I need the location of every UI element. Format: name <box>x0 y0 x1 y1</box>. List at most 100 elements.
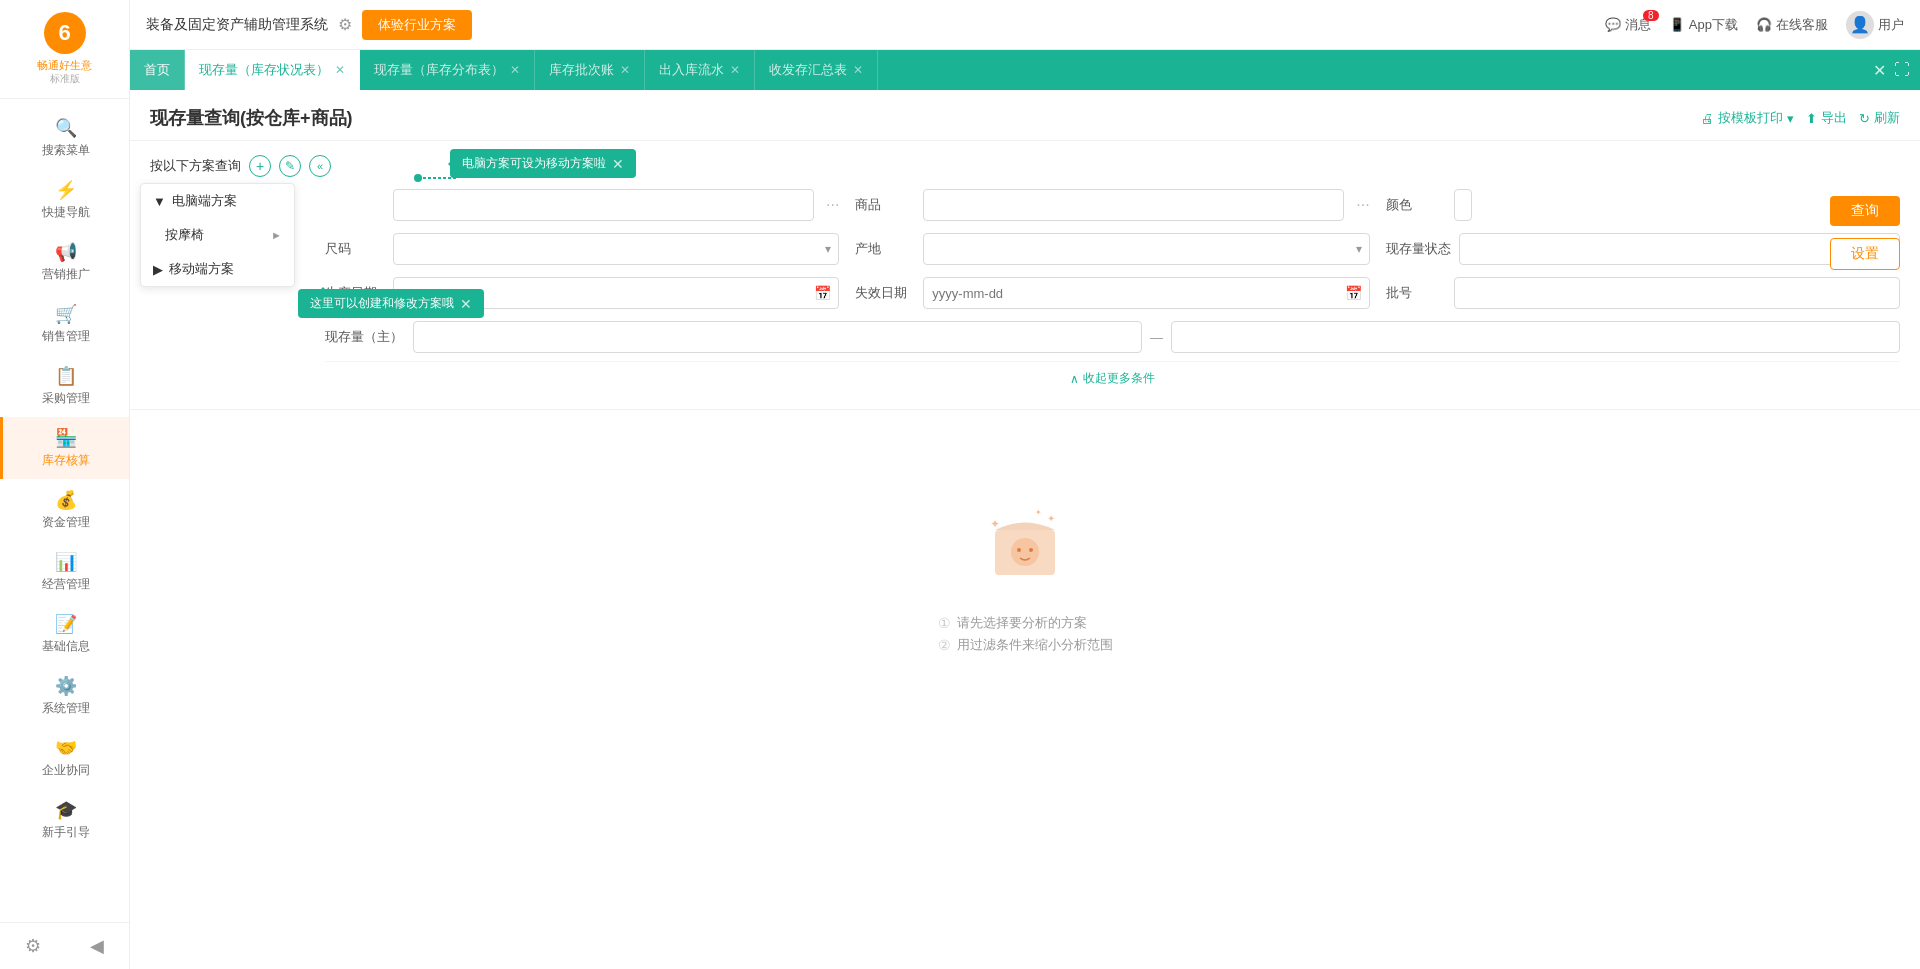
hint-text-2: 用过滤条件来缩小分析范围 <box>957 636 1113 654</box>
edit-scheme-btn[interactable]: ✎ <box>279 155 301 177</box>
expdate-calendar-icon[interactable]: 📅 <box>1345 285 1362 301</box>
sidebar-logo: 6 畅通好生意 标准版 <box>0 0 129 99</box>
sidebar-item-label: 库存核算 <box>42 452 90 469</box>
logo-icon: 6 <box>44 12 86 54</box>
size-select[interactable] <box>393 233 839 265</box>
reset-settings-btn[interactable]: 设置 <box>1830 238 1900 270</box>
filter-col-goods: 商品 ··· <box>855 189 1369 221</box>
tab-batch-account[interactable]: 库存批次账 ✕ <box>535 50 645 90</box>
search-btn-group: 查询 设置 <box>1830 196 1900 270</box>
print-btn[interactable]: 🖨 按模板打印 ▾ <box>1701 109 1794 127</box>
sidebar-item-inventory[interactable]: 🏪 库存核算 <box>0 417 129 479</box>
svg-point-3 <box>1011 538 1039 566</box>
goods-dots[interactable]: ··· <box>1356 196 1369 214</box>
tooltip-text-2: 这里可以创建和修改方案哦 <box>310 295 454 312</box>
sidebar-item-search[interactable]: 🔍 搜索菜单 <box>0 107 129 169</box>
collapse-label: 收起更多条件 <box>1083 370 1155 387</box>
svg-text:✦: ✦ <box>1035 508 1042 517</box>
tab-inventory-status[interactable]: 现存量（库存状况表） ✕ <box>185 50 360 90</box>
user-avatar-btn[interactable]: 👤 用户 <box>1846 11 1904 39</box>
collapse-sidebar-btn[interactable]: ◀ <box>90 935 104 957</box>
warehouse-input[interactable] <box>393 189 814 221</box>
tooltip1-close-btn[interactable]: ✕ <box>612 156 624 172</box>
topbar-left: 装备及固定资产辅助管理系统 ⚙ 体验行业方案 <box>146 10 472 40</box>
batch-label: 批号 <box>1386 284 1446 302</box>
tab-close-batch-account[interactable]: ✕ <box>620 64 630 76</box>
page-header: 现存量查询(按仓库+商品) 🖨 按模板打印 ▾ ⬆ 导出 ↻ 刷新 <box>130 90 1920 141</box>
message-icon: 💬 <box>1605 17 1621 32</box>
sidebar-item-quicknav[interactable]: ⚡ 快捷导航 <box>0 169 129 231</box>
user-label: 用户 <box>1878 16 1904 34</box>
maximize-btn[interactable]: ⛶ <box>1894 61 1910 79</box>
enterprise-icon: 🤝 <box>55 737 77 759</box>
size-label: 尺码 <box>325 240 385 258</box>
add-scheme-btn[interactable]: + <box>249 155 271 177</box>
refresh-scheme-btn[interactable]: « <box>309 155 331 177</box>
sidebar: 6 畅通好生意 标准版 🔍 搜索菜单 ⚡ 快捷导航 📢 营销推广 🛒 销售管理 … <box>0 0 130 969</box>
filter-section: 按以下方案查询 + ✎ « ▼ 电脑端方案 按摩椅 ► ▶ 移动端方案 <box>130 141 1920 410</box>
filter-row-2: 尺码 产地 <box>325 233 1900 265</box>
tab-home[interactable]: 首页 <box>130 50 185 90</box>
warehouse-dots[interactable]: ··· <box>826 196 839 214</box>
desktop-scheme-group[interactable]: ▼ 电脑端方案 <box>141 184 294 218</box>
tab-collect-summary[interactable]: 收发存汇总表 ✕ <box>755 50 878 90</box>
origin-select[interactable] <box>923 233 1369 265</box>
sidebar-item-label: 资金管理 <box>42 514 90 531</box>
svg-text:✦: ✦ <box>990 517 1000 531</box>
settings-footer-btn[interactable]: ⚙ <box>25 935 41 957</box>
marketing-icon: 📢 <box>55 241 77 263</box>
guide-icon: 🎓 <box>55 799 77 821</box>
proddate-calendar-icon[interactable]: 📅 <box>814 285 831 301</box>
hint-num-2: ② <box>938 637 951 653</box>
tab-close-in-out-flow[interactable]: ✕ <box>730 64 740 76</box>
empty-illustration: ✦ ✦ ✦ <box>975 490 1075 590</box>
collapse-bar[interactable]: ∧ 收起更多条件 <box>325 361 1900 395</box>
search-query-btn[interactable]: 查询 <box>1830 196 1900 226</box>
color-label: 颜色 <box>1386 196 1446 214</box>
export-btn[interactable]: ⬆ 导出 <box>1806 109 1847 127</box>
sidebar-item-label: 企业协同 <box>42 762 90 779</box>
filter-col-quantity: 现存量（主） — <box>325 321 1900 353</box>
sidebar-item-basic[interactable]: 📝 基础信息 <box>0 603 129 665</box>
sidebar-item-marketing[interactable]: 📢 营销推广 <box>0 231 129 293</box>
tab-inventory-dist[interactable]: 现存量（库存分布表） ✕ <box>360 50 535 90</box>
tab-close-inventory-dist[interactable]: ✕ <box>510 64 520 76</box>
close-all-tabs-btn[interactable]: ✕ <box>1873 61 1886 80</box>
sidebar-item-system[interactable]: ⚙️ 系统管理 <box>0 665 129 727</box>
sidebar-item-guide[interactable]: 🎓 新手引导 <box>0 789 129 851</box>
trial-btn[interactable]: 体验行业方案 <box>362 10 472 40</box>
refresh-btn[interactable]: ↻ 刷新 <box>1859 109 1900 127</box>
tooltip2-close-btn[interactable]: ✕ <box>460 296 472 312</box>
mobile-scheme-group[interactable]: ▶ 移动端方案 <box>141 252 294 286</box>
refresh-icon: ↻ <box>1859 111 1870 126</box>
tab-inventory-dist-label: 现存量（库存分布表） <box>374 61 504 79</box>
sidebar-item-label: 系统管理 <box>42 700 90 717</box>
online-support-btn[interactable]: 🎧 在线客服 <box>1756 16 1828 34</box>
filter-row-4: 现存量（主） — <box>325 321 1900 353</box>
filter-row-3: 生产日期 📅 失效日期 📅 <box>325 277 1900 309</box>
filter-label: 按以下方案查询 <box>150 157 241 175</box>
batch-input[interactable] <box>1454 277 1900 309</box>
color-select[interactable] <box>1454 189 1472 221</box>
sidebar-item-purchase[interactable]: 📋 采购管理 <box>0 355 129 417</box>
settings-gear-icon[interactable]: ⚙ <box>338 15 352 34</box>
scheme-item-massagechair[interactable]: 按摩椅 ► <box>141 218 294 252</box>
tab-close-collect-summary[interactable]: ✕ <box>853 64 863 76</box>
empty-state: ✦ ✦ ✦ ① 请先选择要分析的方案 ② 用过滤条件来缩小分析范围 <box>130 410 1920 738</box>
tab-in-out-flow[interactable]: 出入库流水 ✕ <box>645 50 755 90</box>
system-title: 装备及固定资产辅助管理系统 <box>146 16 328 34</box>
topbar-right: 💬 消息 8 📱 App下载 🎧 在线客服 👤 用户 <box>1605 11 1904 39</box>
tab-close-inventory-status[interactable]: ✕ <box>335 64 345 76</box>
sidebar-item-sales[interactable]: 🛒 销售管理 <box>0 293 129 355</box>
goods-input[interactable] <box>923 189 1344 221</box>
sidebar-item-enterprise[interactable]: 🤝 企业协同 <box>0 727 129 789</box>
expdate-label: 失效日期 <box>855 284 915 302</box>
quantity-max-input[interactable] <box>1171 321 1900 353</box>
sidebar-item-label: 销售管理 <box>42 328 90 345</box>
message-btn[interactable]: 💬 消息 8 <box>1605 16 1651 34</box>
expdate-input[interactable] <box>923 277 1369 309</box>
app-download-btn[interactable]: 📱 App下载 <box>1669 16 1738 34</box>
quantity-min-input[interactable] <box>413 321 1142 353</box>
sidebar-item-operation[interactable]: 📊 经营管理 <box>0 541 129 603</box>
sidebar-item-finance[interactable]: 💰 资金管理 <box>0 479 129 541</box>
